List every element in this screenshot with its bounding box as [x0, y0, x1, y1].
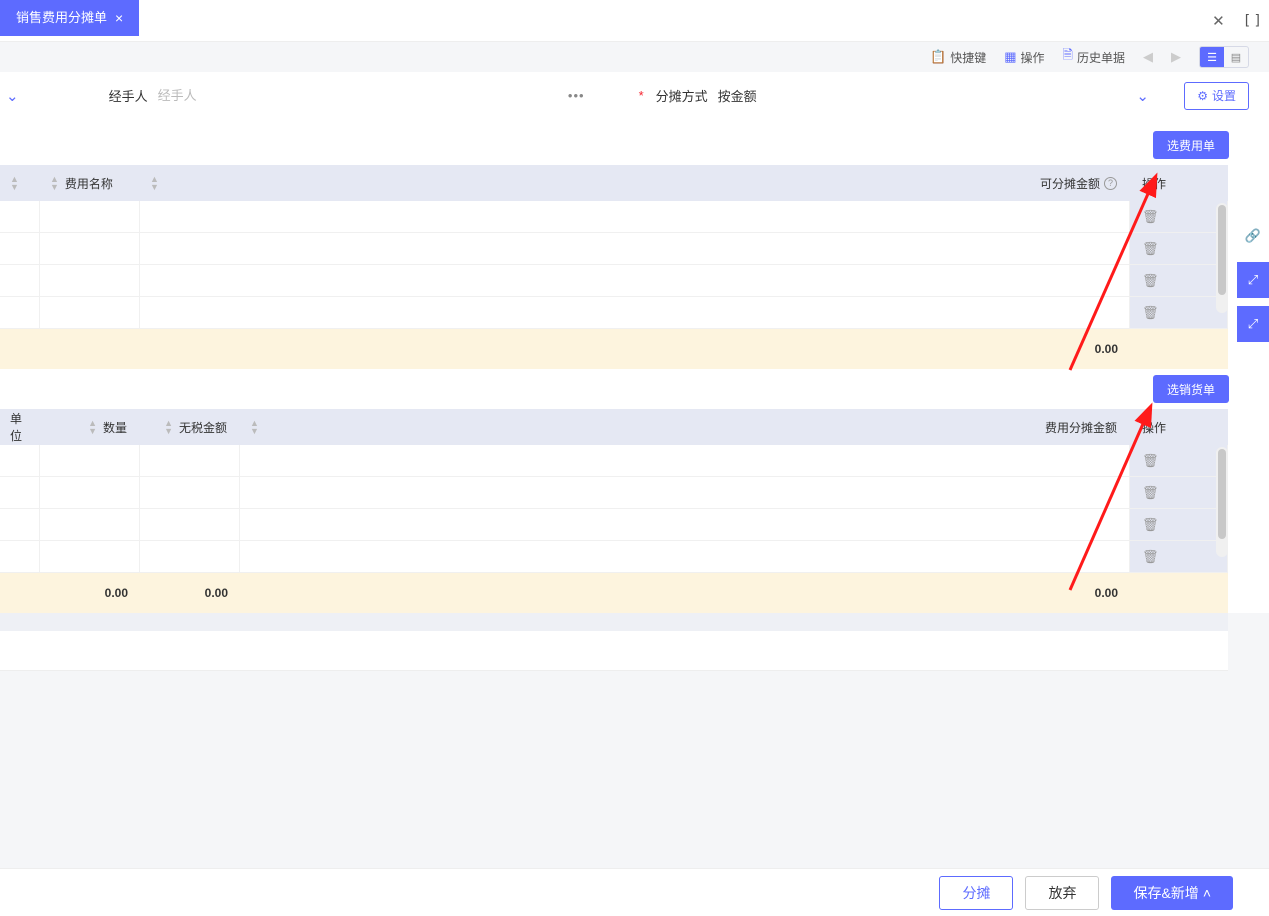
clipboard-icon: 📋 — [930, 49, 946, 65]
operate-label: 操作 — [1021, 49, 1045, 66]
trash-icon[interactable]: 🗑 — [1142, 209, 1159, 225]
table-row: 🗑 — [0, 509, 1228, 541]
sort-icon[interactable]: ▲▼ — [50, 175, 59, 191]
sales-grid-header: 单位 ▲▼ 数量 ▲▼ 无税金额 ▲▼ 费用分摊金额 操作 — [0, 409, 1228, 445]
sort-icon[interactable]: ▲▼ — [150, 175, 159, 191]
save-new-label: 保存&新增 — [1133, 883, 1198, 903]
sales-grid: 单位 ▲▼ 数量 ▲▼ 无税金额 ▲▼ 费用分摊金额 操作 🗑 🗑 🗑 🗑 0.00… — [0, 409, 1228, 613]
table-row: 🗑 — [0, 233, 1228, 265]
table-row: 🗑 — [0, 201, 1228, 233]
close-icon[interactable]: ✕ — [1212, 12, 1225, 30]
col-alloc-amount: 可分摊金额 — [1040, 175, 1100, 192]
method-value: 按金额 — [718, 86, 798, 105]
gear-icon: ⚙ — [1197, 89, 1208, 103]
trash-icon[interactable]: 🗑 — [1142, 453, 1159, 469]
col-notax: 无税金额 — [179, 419, 227, 436]
chevron-down-icon[interactable]: ⌄ — [0, 87, 29, 105]
select-fee-button[interactable]: 选费用单 — [1153, 131, 1229, 159]
sort-icon[interactable]: ▲▼ — [164, 419, 173, 435]
method-label: 分摊方式 — [656, 86, 708, 105]
trash-icon[interactable]: 🗑 — [1142, 273, 1159, 289]
discard-button[interactable]: 放弃 — [1025, 876, 1099, 910]
divider — [0, 613, 1228, 631]
trash-icon[interactable]: 🗑 — [1142, 549, 1159, 565]
shortcut-button[interactable]: 📋 快捷键 — [930, 49, 986, 66]
history-button[interactable]: 🗎 历史单据 — [1063, 46, 1125, 68]
total-alloc: 0.00 — [1095, 342, 1118, 356]
method-field[interactable]: * 分摊方式 按金额 — [639, 86, 1249, 105]
more-icon[interactable]: ••• — [568, 88, 585, 103]
operate-button[interactable]: ▦ 操作 — [1004, 49, 1044, 66]
shortcut-label: 快捷键 — [950, 49, 986, 66]
table-row: 🗑 — [0, 477, 1228, 509]
table-row: 🗑 — [0, 541, 1228, 573]
fee-grid-body: 🗑 🗑 🗑 🗑 0.00 — [0, 201, 1228, 369]
sales-total-row: 0.00 0.00 0.00 — [0, 573, 1228, 613]
side-rail: 🔗 ⤢ ⤢ — [1237, 60, 1269, 342]
save-and-new-button[interactable]: 保存&新增 ˄ — [1111, 876, 1233, 910]
sort-icon[interactable]: ▲▼ — [88, 419, 97, 435]
total-qty: 0.00 — [105, 586, 128, 600]
table-row: 🗑 — [0, 445, 1228, 477]
handler-label: 经手人 — [109, 86, 148, 105]
sort-icon[interactable]: ▲▼ — [250, 419, 259, 435]
tab-bar: 销售费用分摊单 × ✕ [ ] — [0, 0, 1269, 42]
col-ops: 操作 — [1130, 165, 1228, 201]
col-qty: 数量 — [103, 419, 127, 436]
toolbar: 📋 快捷键 ▦ 操作 🗎 历史单据 ◀ ▶ ☰ ▤ — [0, 42, 1269, 72]
scroll-thumb[interactable] — [1218, 449, 1226, 539]
trash-icon[interactable]: 🗑 — [1142, 241, 1159, 257]
memo-area — [0, 631, 1228, 671]
col-fee-name: 费用名称 — [65, 175, 113, 192]
help-icon[interactable]: ? — [1104, 177, 1117, 190]
col-ops: 操作 — [1130, 409, 1228, 445]
select-sales-button[interactable]: 选销货单 — [1153, 375, 1229, 403]
chevron-down-icon[interactable]: ⌄ — [1136, 87, 1149, 105]
tab-title: 销售费用分摊单 — [16, 0, 107, 36]
trash-icon[interactable]: 🗑 — [1142, 517, 1159, 533]
total-feealloc: 0.00 — [1095, 586, 1118, 600]
fee-grid-header: ▲▼ ▲▼ 费用名称 ▲▼ 可分摊金额? 操作 — [0, 165, 1228, 201]
fee-grid: ▲▼ ▲▼ 费用名称 ▲▼ 可分摊金额? 操作 🗑 🗑 🗑 🗑 0.00 — [0, 165, 1228, 369]
trash-icon[interactable]: 🗑 — [1142, 305, 1159, 321]
sales-grid-body: 🗑 🗑 🗑 🗑 0.00 0.00 0.00 — [0, 445, 1228, 613]
col-unit: 单位 — [10, 410, 27, 444]
expand-in-icon[interactable]: ⤢ — [1237, 306, 1269, 342]
doc-icon: 🗎 — [1063, 46, 1073, 68]
total-notax: 0.00 — [205, 586, 228, 600]
tab-close-icon[interactable]: × — [115, 0, 123, 36]
sort-icon[interactable]: ▲▼ — [10, 175, 19, 191]
attachment-icon[interactable]: 🔗 — [1237, 218, 1269, 254]
handler-input[interactable] — [158, 88, 334, 103]
required-mark: * — [639, 88, 644, 103]
footer: 分摊 放弃 保存&新增 ˄ — [0, 868, 1269, 916]
expand-out-icon[interactable]: ⤢ — [1237, 262, 1269, 298]
grid-icon: ▦ — [1004, 49, 1016, 65]
trash-icon[interactable]: 🗑 — [1142, 485, 1159, 501]
prev-icon[interactable]: ◀ — [1143, 49, 1153, 65]
allocate-button[interactable]: 分摊 — [939, 876, 1013, 910]
table-row: 🗑 — [0, 297, 1228, 329]
fee-section: 选费用单 ▲▼ ▲▼ 费用名称 ▲▼ 可分摊金额? 操作 🗑 🗑 🗑 🗑 0.00 — [0, 125, 1269, 369]
sales-section: 选销货单 单位 ▲▼ 数量 ▲▼ 无税金额 ▲▼ 费用分摊金额 操作 🗑 🗑 🗑 🗑… — [0, 369, 1269, 613]
settings-label: 设置 — [1212, 87, 1236, 104]
form-row: ⌄ 经手人 ••• * 分摊方式 按金额 ⌄ ⚙ 设置 — [0, 72, 1269, 125]
view-list-icon[interactable]: ☰ — [1200, 47, 1224, 67]
scroll-thumb[interactable] — [1218, 205, 1226, 295]
handler-field[interactable]: 经手人 ••• — [109, 86, 599, 105]
chevron-up-icon: ˄ — [1203, 885, 1211, 901]
fee-total-row: 0.00 — [0, 329, 1228, 369]
history-label: 历史单据 — [1077, 49, 1125, 66]
active-tab[interactable]: 销售费用分摊单 × — [0, 0, 139, 36]
fullscreen-icon[interactable]: [ ] — [1243, 13, 1259, 29]
scrollbar[interactable] — [1216, 203, 1228, 313]
next-icon[interactable]: ▶ — [1171, 49, 1181, 65]
col-fee-alloc: 费用分摊金额 — [1045, 419, 1117, 436]
scrollbar[interactable] — [1216, 447, 1228, 557]
table-row: 🗑 — [0, 265, 1228, 297]
